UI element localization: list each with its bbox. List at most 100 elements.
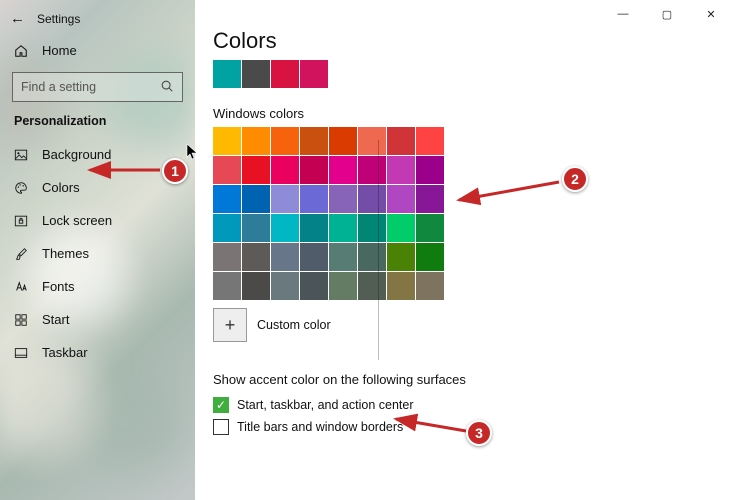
color-swatch[interactable] bbox=[387, 156, 415, 184]
nav-label: Taskbar bbox=[42, 345, 88, 360]
color-swatch[interactable] bbox=[300, 214, 328, 242]
font-icon bbox=[14, 280, 30, 294]
color-swatch[interactable] bbox=[416, 214, 444, 242]
color-swatch[interactable] bbox=[358, 272, 386, 300]
color-swatch[interactable] bbox=[271, 127, 299, 155]
color-swatch[interactable] bbox=[271, 272, 299, 300]
nav-label: Fonts bbox=[42, 279, 75, 294]
mouse-cursor bbox=[186, 143, 200, 166]
maximize-button[interactable]: ▢ bbox=[645, 2, 689, 26]
color-swatch[interactable] bbox=[242, 156, 270, 184]
brush-icon bbox=[14, 247, 30, 261]
page-title: Colors bbox=[213, 28, 737, 54]
annotation-badge-2: 2 bbox=[562, 166, 588, 192]
close-button[interactable]: ✕ bbox=[689, 2, 733, 26]
image-icon bbox=[14, 148, 30, 162]
start-icon bbox=[14, 313, 30, 327]
nav-start[interactable]: Start bbox=[0, 303, 195, 336]
color-swatch[interactable] bbox=[213, 185, 241, 213]
nav-label: Lock screen bbox=[42, 213, 112, 228]
nav-lock-screen[interactable]: Lock screen bbox=[0, 204, 195, 237]
color-swatch[interactable] bbox=[242, 243, 270, 271]
checkbox-start-taskbar[interactable]: ✓ Start, taskbar, and action center bbox=[213, 397, 737, 413]
color-swatch[interactable] bbox=[329, 214, 357, 242]
guide-line bbox=[378, 140, 379, 360]
color-swatch[interactable] bbox=[387, 272, 415, 300]
color-swatch[interactable] bbox=[416, 243, 444, 271]
annotation-arrow bbox=[455, 178, 565, 213]
recent-color-swatch[interactable] bbox=[300, 60, 328, 88]
color-swatch[interactable] bbox=[271, 243, 299, 271]
color-swatch[interactable] bbox=[300, 156, 328, 184]
color-swatch[interactable] bbox=[213, 214, 241, 242]
color-swatch[interactable] bbox=[416, 272, 444, 300]
color-swatch[interactable] bbox=[271, 156, 299, 184]
color-swatch[interactable] bbox=[242, 185, 270, 213]
recent-color-swatch[interactable] bbox=[213, 60, 241, 88]
nav-label: Colors bbox=[42, 180, 80, 195]
custom-color-button[interactable]: + bbox=[213, 308, 247, 342]
windows-colors-label: Windows colors bbox=[213, 106, 737, 121]
nav-taskbar[interactable]: Taskbar bbox=[0, 336, 195, 369]
color-swatch[interactable] bbox=[271, 214, 299, 242]
window-title: Settings bbox=[37, 12, 80, 26]
search-placeholder: Find a setting bbox=[21, 80, 96, 94]
annotation-arrow bbox=[86, 160, 166, 185]
color-swatch[interactable] bbox=[329, 127, 357, 155]
annotation-badge-1: 1 bbox=[162, 158, 188, 184]
color-swatch[interactable] bbox=[416, 185, 444, 213]
color-swatch[interactable] bbox=[242, 214, 270, 242]
color-swatch[interactable] bbox=[213, 272, 241, 300]
nav-fonts[interactable]: Fonts bbox=[0, 270, 195, 303]
nav-themes[interactable]: Themes bbox=[0, 237, 195, 270]
color-swatch[interactable] bbox=[271, 185, 299, 213]
checkbox-icon: ✓ bbox=[213, 397, 229, 413]
color-swatch[interactable] bbox=[300, 185, 328, 213]
color-swatch[interactable] bbox=[358, 243, 386, 271]
color-swatch[interactable] bbox=[387, 185, 415, 213]
color-swatch[interactable] bbox=[213, 156, 241, 184]
color-swatch[interactable] bbox=[300, 127, 328, 155]
plus-icon: + bbox=[225, 315, 236, 336]
search-input[interactable]: Find a setting bbox=[12, 72, 183, 102]
annotation-badge-3: 3 bbox=[466, 420, 492, 446]
color-swatch[interactable] bbox=[358, 214, 386, 242]
color-swatch[interactable] bbox=[358, 185, 386, 213]
section-label: Personalization bbox=[0, 112, 195, 138]
color-swatch[interactable] bbox=[387, 127, 415, 155]
color-swatch[interactable] bbox=[329, 243, 357, 271]
home-icon bbox=[14, 44, 30, 58]
back-button[interactable]: ← bbox=[10, 10, 25, 27]
color-swatch[interactable] bbox=[329, 156, 357, 184]
color-swatch[interactable] bbox=[329, 272, 357, 300]
color-swatch[interactable] bbox=[242, 127, 270, 155]
color-swatch[interactable] bbox=[358, 127, 386, 155]
color-swatch[interactable] bbox=[213, 243, 241, 271]
color-swatch[interactable] bbox=[416, 127, 444, 155]
sidebar: ← Settings Home Find a setting Personali… bbox=[0, 0, 195, 500]
nav-home-label: Home bbox=[42, 43, 77, 58]
taskbar-icon bbox=[14, 346, 30, 360]
custom-color-label: Custom color bbox=[257, 318, 331, 332]
color-swatch[interactable] bbox=[387, 214, 415, 242]
search-icon bbox=[160, 79, 174, 96]
checkbox-label: Title bars and window borders bbox=[237, 420, 403, 434]
recent-color-swatch[interactable] bbox=[242, 60, 270, 88]
color-swatch[interactable] bbox=[213, 127, 241, 155]
color-swatch[interactable] bbox=[300, 243, 328, 271]
lock-icon bbox=[14, 214, 30, 228]
color-swatch[interactable] bbox=[358, 156, 386, 184]
surfaces-heading: Show accent color on the following surfa… bbox=[213, 372, 737, 387]
recent-colors bbox=[213, 60, 737, 88]
color-swatch[interactable] bbox=[329, 185, 357, 213]
nav-home[interactable]: Home bbox=[0, 35, 195, 66]
checkbox-label: Start, taskbar, and action center bbox=[237, 398, 414, 412]
nav-label: Themes bbox=[42, 246, 89, 261]
color-swatch[interactable] bbox=[300, 272, 328, 300]
recent-color-swatch[interactable] bbox=[271, 60, 299, 88]
minimize-button[interactable]: — bbox=[601, 2, 645, 26]
color-swatch[interactable] bbox=[387, 243, 415, 271]
color-swatch[interactable] bbox=[242, 272, 270, 300]
color-swatch[interactable] bbox=[416, 156, 444, 184]
nav-label: Start bbox=[42, 312, 69, 327]
